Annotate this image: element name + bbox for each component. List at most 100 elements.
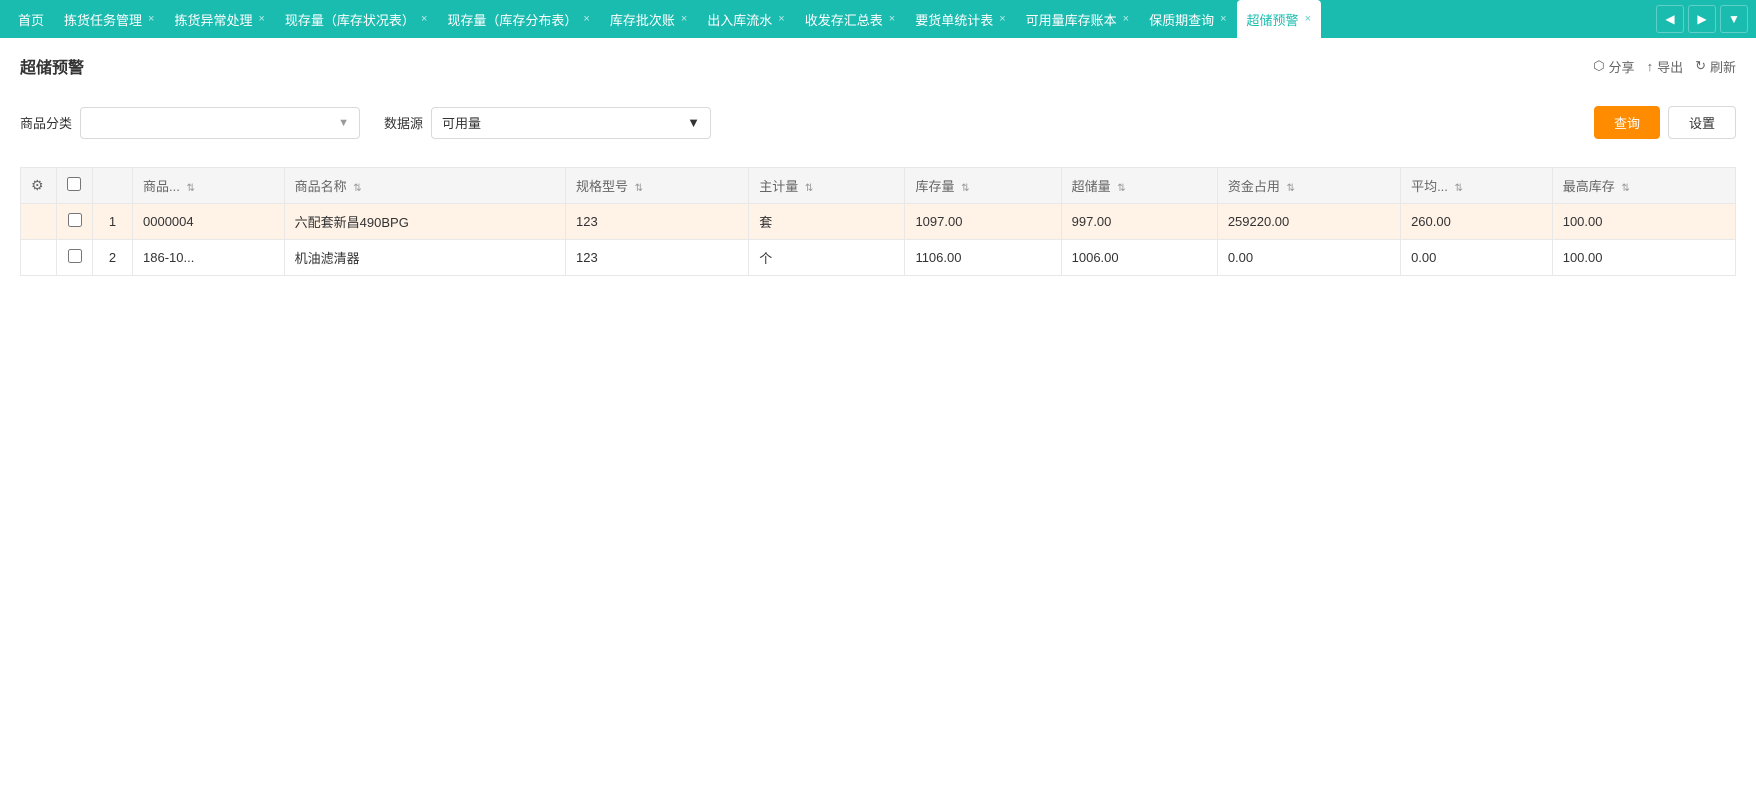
th-capital-label: 资金占用 — [1228, 179, 1280, 194]
td-max-stock-1: 100.00 — [1552, 240, 1735, 276]
td-checkbox-1 — [57, 240, 93, 276]
th-stock-label: 库存量 — [915, 179, 954, 194]
td-stock-0: 1097.00 — [905, 204, 1061, 240]
datasource-select[interactable]: 可用量 ▼ — [431, 107, 711, 139]
header-actions: ⬡ 分享 ↑ 导出 ↻ 刷新 — [1593, 57, 1736, 76]
th-max-stock-label: 最高库存 — [1563, 179, 1615, 194]
nav-label-collect-summary: 收发存汇总表 — [805, 10, 883, 29]
th-unit-sort-icon[interactable]: ⇅ — [805, 183, 813, 194]
category-select[interactable]: ▼ — [80, 107, 360, 139]
table-header-row: ⚙ 商品... ⇅ 商品名称 ⇅ 规格型号 ⇅ — [21, 168, 1736, 204]
nav-close-available-acct[interactable]: × — [1123, 13, 1129, 25]
nav-bar: 首页 拣货任务管理 × 拣货异常处理 × 现存量（库存状况表） × 现存量（库存… — [0, 0, 1756, 38]
nav-label-home: 首页 — [18, 10, 44, 29]
nav-close-quality-check[interactable]: × — [1220, 13, 1226, 25]
nav-label-abnormal-proc: 拣货异常处理 — [174, 10, 252, 29]
td-unit-0: 套 — [749, 204, 905, 240]
th-overstock: 超储量 ⇅ — [1061, 168, 1217, 204]
nav-item-abnormal-proc[interactable]: 拣货异常处理 × — [164, 0, 274, 38]
refresh-link[interactable]: ↻ 刷新 — [1695, 57, 1736, 76]
th-checkbox — [57, 168, 93, 204]
nav-arrow-more[interactable]: ▼ — [1720, 5, 1748, 33]
category-filter: 商品分类 ▼ — [20, 107, 360, 139]
nav-close-inventory-status[interactable]: × — [421, 13, 427, 25]
th-spec-label: 规格型号 — [576, 179, 628, 194]
filter-actions: 查询 设置 — [1594, 106, 1736, 139]
nav-item-order-stats[interactable]: 要货单统计表 × — [905, 0, 1015, 38]
settings-button[interactable]: 设置 — [1668, 106, 1736, 139]
nav-item-home[interactable]: 首页 — [8, 0, 54, 38]
nav-close-inventory-dist[interactable]: × — [583, 13, 589, 25]
th-product-name-sort-icon[interactable]: ⇅ — [353, 183, 361, 194]
td-avg-0: 260.00 — [1401, 204, 1553, 240]
nav-close-collect-summary[interactable]: × — [889, 13, 895, 25]
nav-item-quality-check[interactable]: 保质期查询 × — [1139, 0, 1236, 38]
nav-close-in-out-flow[interactable]: × — [778, 13, 784, 25]
td-overstock-1: 1006.00 — [1061, 240, 1217, 276]
nav-item-inventory-dist[interactable]: 现存量（库存分布表） × — [437, 0, 599, 38]
nav-close-overstock-warn[interactable]: × — [1305, 13, 1311, 25]
th-capital-sort-icon[interactable]: ⇅ — [1286, 183, 1294, 194]
td-product-name-0: 六配套新昌490BPG — [284, 204, 565, 240]
nav-label-in-out-flow: 出入库流水 — [707, 10, 772, 29]
th-overstock-sort-icon[interactable]: ⇅ — [1117, 183, 1125, 194]
nav-item-overstock-warn[interactable]: 超储预警 × — [1237, 0, 1321, 38]
datasource-select-value: 可用量 — [442, 113, 481, 132]
export-link[interactable]: ↑ 导出 — [1647, 57, 1684, 76]
query-button[interactable]: 查询 — [1594, 106, 1660, 139]
datasource-chevron-icon: ▼ — [687, 115, 700, 130]
td-capital-0: 259220.00 — [1217, 204, 1400, 240]
filter-row: 商品分类 ▼ 数据源 可用量 ▼ 查询 设置 — [20, 94, 1736, 151]
td-settings-1 — [21, 240, 57, 276]
table-settings-icon[interactable]: ⚙ — [31, 177, 44, 193]
share-label: 分享 — [1609, 57, 1635, 76]
nav-item-inventory-batch[interactable]: 库存批次账 × — [600, 0, 697, 38]
th-capital: 资金占用 ⇅ — [1217, 168, 1400, 204]
nav-close-task-mgmt[interactable]: × — [148, 13, 154, 25]
nav-close-abnormal-proc[interactable]: × — [258, 13, 264, 25]
export-label: 导出 — [1657, 57, 1683, 76]
th-avg: 平均... ⇅ — [1401, 168, 1553, 204]
th-unit-label: 主计量 — [759, 179, 798, 194]
select-all-checkbox[interactable] — [67, 177, 81, 191]
nav-label-available-acct: 可用量库存账本 — [1026, 10, 1117, 29]
refresh-icon: ↻ — [1695, 58, 1706, 74]
category-chevron-icon: ▼ — [338, 117, 349, 129]
td-overstock-0: 997.00 — [1061, 204, 1217, 240]
nav-label-overstock-warn: 超储预警 — [1247, 10, 1299, 29]
th-max-stock-sort-icon[interactable]: ⇅ — [1621, 183, 1629, 194]
nav-close-order-stats[interactable]: × — [999, 13, 1005, 25]
th-product-code-sort-icon[interactable]: ⇅ — [186, 183, 194, 194]
nav-arrow-right[interactable]: ▶ — [1688, 5, 1716, 33]
nav-item-task-mgmt[interactable]: 拣货任务管理 × — [54, 0, 164, 38]
nav-label-inventory-status: 现存量（库存状况表） — [285, 10, 415, 29]
row-checkbox-0[interactable] — [68, 213, 82, 227]
nav-item-available-acct[interactable]: 可用量库存账本 × — [1016, 0, 1139, 38]
table-row: 1 0000004 六配套新昌490BPG 123 套 1097.00 997.… — [21, 204, 1736, 240]
nav-item-collect-summary[interactable]: 收发存汇总表 × — [795, 0, 905, 38]
page-title: 超储预警 — [20, 54, 84, 78]
nav-item-inventory-status[interactable]: 现存量（库存状况表） × — [275, 0, 437, 38]
td-product-code-0: 0000004 — [133, 204, 285, 240]
datasource-filter-label: 数据源 — [384, 113, 423, 132]
export-icon: ↑ — [1647, 59, 1654, 74]
th-unit: 主计量 ⇅ — [749, 168, 905, 204]
nav-arrow-left[interactable]: ◀ — [1656, 5, 1684, 33]
row-checkbox-1[interactable] — [68, 249, 82, 263]
nav-item-in-out-flow[interactable]: 出入库流水 × — [697, 0, 794, 38]
table-row: 2 186-10... 机油滤清器 123 个 1106.00 1006.00 … — [21, 240, 1736, 276]
share-link[interactable]: ⬡ 分享 — [1593, 57, 1634, 76]
th-seq — [93, 168, 133, 204]
th-stock-sort-icon[interactable]: ⇅ — [961, 183, 969, 194]
nav-close-inventory-batch[interactable]: × — [681, 13, 687, 25]
th-max-stock: 最高库存 ⇅ — [1552, 168, 1735, 204]
th-spec-sort-icon[interactable]: ⇅ — [635, 183, 643, 194]
nav-label-quality-check: 保质期查询 — [1149, 10, 1214, 29]
td-avg-1: 0.00 — [1401, 240, 1553, 276]
nav-label-inventory-dist: 现存量（库存分布表） — [447, 10, 577, 29]
td-spec-1: 123 — [566, 240, 749, 276]
nav-label-order-stats: 要货单统计表 — [915, 10, 993, 29]
th-product-name-label: 商品名称 — [295, 179, 347, 194]
td-spec-0: 123 — [566, 204, 749, 240]
th-avg-sort-icon[interactable]: ⇅ — [1455, 183, 1463, 194]
